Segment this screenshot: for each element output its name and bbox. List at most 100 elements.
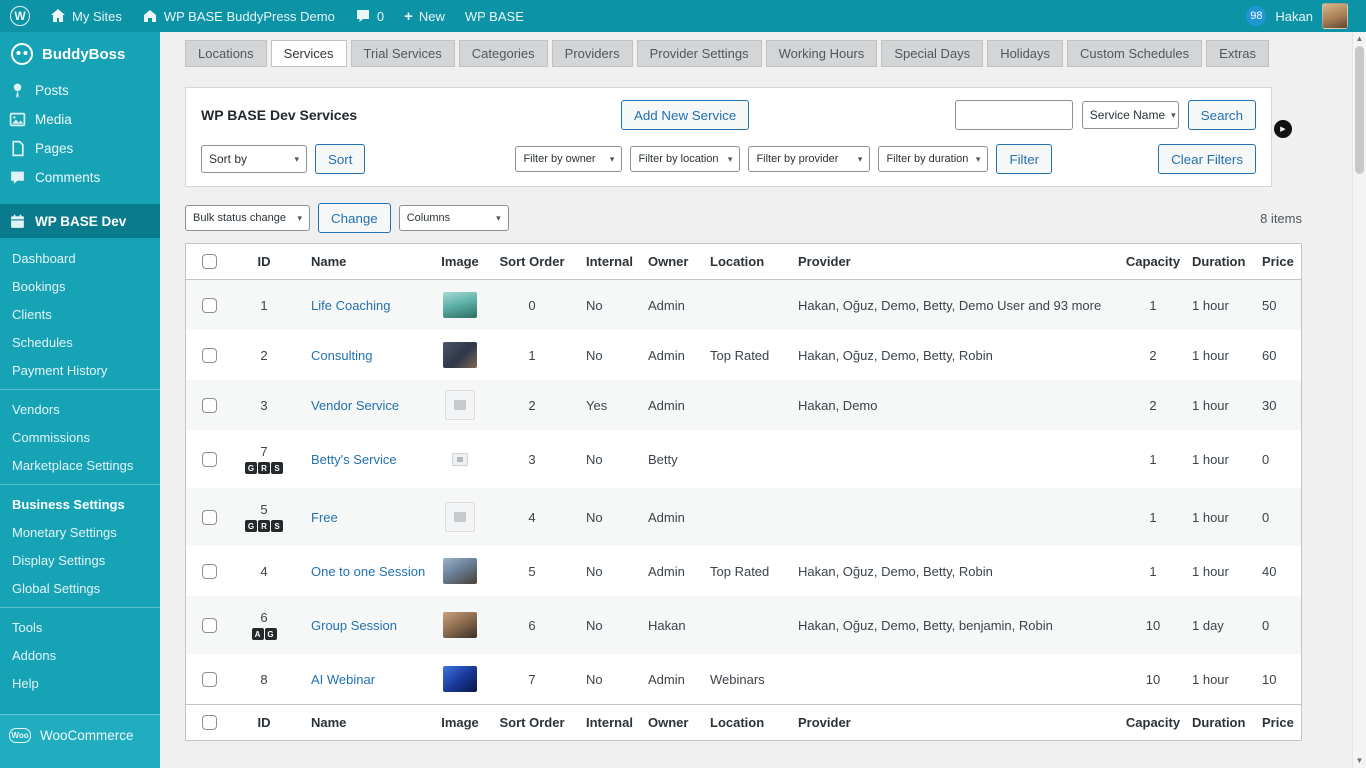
provider-value	[788, 455, 1120, 463]
tab-working-hours[interactable]: Working Hours	[765, 40, 878, 67]
column-header-id[interactable]: ID	[236, 250, 296, 273]
my-sites-menu[interactable]: My Sites	[40, 0, 132, 32]
row-checkbox[interactable]	[201, 297, 217, 313]
sidebar-item-comments[interactable]: Comments	[0, 163, 160, 192]
service-name-link[interactable]: Betty's Service	[311, 452, 397, 467]
column-header-sort-order[interactable]: Sort Order	[492, 250, 576, 273]
service-thumbnail-placeholder[interactable]	[445, 390, 475, 420]
comments-menu[interactable]: 0	[345, 0, 394, 32]
tab-services[interactable]: Services	[270, 40, 347, 67]
sidebar-item-marketplace-settings[interactable]: Marketplace Settings	[0, 451, 160, 479]
row-checkbox[interactable]	[201, 451, 217, 467]
sidebar-item-media[interactable]: Media	[0, 105, 160, 134]
help-video-button[interactable]: ▶	[1274, 120, 1292, 138]
clear-filters-button[interactable]: Clear Filters	[1158, 144, 1256, 174]
scroll-down-icon[interactable]: ▼	[1353, 756, 1366, 765]
service-name-link[interactable]: Life Coaching	[311, 298, 391, 313]
row-checkbox[interactable]	[201, 397, 217, 413]
bulk-status-select[interactable]: Bulk status change ▾	[185, 205, 310, 231]
row-checkbox[interactable]	[201, 347, 217, 363]
service-name-link[interactable]: Vendor Service	[311, 398, 399, 413]
sort-order-value: 0	[528, 297, 536, 313]
site-name-menu[interactable]: WP BASE BuddyPress Demo	[132, 0, 345, 32]
tab-categories[interactable]: Categories	[458, 40, 548, 67]
new-content-menu[interactable]: + New	[394, 0, 455, 32]
tab-special-days[interactable]: Special Days	[881, 40, 984, 67]
sort-by-select[interactable]: Sort by ▾	[201, 145, 307, 173]
notification-badge[interactable]: 98	[1246, 6, 1267, 26]
tab-trial-services[interactable]: Trial Services	[350, 40, 455, 67]
sidebar-item-schedules[interactable]: Schedules	[0, 328, 160, 356]
scrollbar-thumb[interactable]	[1355, 46, 1364, 174]
sidebar-item-vendors[interactable]: Vendors	[0, 395, 160, 423]
sidebar-item-pages[interactable]: Pages	[0, 134, 160, 163]
submenu-label: Global Settings	[12, 580, 101, 596]
sidebar-item-bookings[interactable]: Bookings	[0, 272, 160, 300]
change-button[interactable]: Change	[318, 203, 391, 233]
filter-owner-select[interactable]: Filter by owner ▾	[515, 146, 623, 172]
admin-bar: W My Sites WP BASE BuddyPress Demo 0 + N…	[0, 0, 1366, 32]
sidebar-item-clients[interactable]: Clients	[0, 300, 160, 328]
sidebar-item-tools[interactable]: Tools	[0, 613, 160, 641]
service-name-link[interactable]: Group Session	[311, 618, 397, 633]
row-checkbox[interactable]	[201, 563, 217, 579]
add-new-service-button[interactable]: Add New Service	[621, 100, 750, 130]
sidebar-item-addons[interactable]: Addons	[0, 641, 160, 669]
row-checkbox[interactable]	[201, 671, 217, 687]
service-name-link[interactable]: AI Webinar	[311, 672, 375, 687]
table-row: 8 AI Webinar 7 No Admin Webinars 10 1 ho…	[186, 654, 1301, 704]
filter-provider-select[interactable]: Filter by provider ▾	[748, 146, 871, 172]
tab-custom-schedules[interactable]: Custom Schedules	[1067, 40, 1203, 67]
sidebar-item-business-settings[interactable]: Business Settings	[0, 490, 160, 518]
filter-duration-select[interactable]: Filter by duration ▾	[878, 146, 989, 172]
sidebar-item-commissions[interactable]: Commissions	[0, 423, 160, 451]
service-thumbnail-missing[interactable]	[452, 452, 468, 466]
user-name[interactable]: Hakan	[1275, 9, 1313, 24]
scroll-up-icon[interactable]: ▲	[1353, 34, 1366, 43]
columns-select[interactable]: Columns ▾	[398, 205, 509, 231]
service-name-link[interactable]: Free	[311, 510, 338, 525]
tab-provider-settings[interactable]: Provider Settings	[636, 40, 762, 67]
sidebar-item-global-settings[interactable]: Global Settings	[0, 574, 160, 602]
column-footer-sort-order[interactable]: Sort Order	[492, 711, 576, 734]
sidebar-item-dashboard[interactable]: Dashboard	[0, 244, 160, 272]
service-thumbnail[interactable]	[443, 292, 477, 318]
column-header-name[interactable]: Name	[296, 250, 432, 273]
service-thumbnail[interactable]	[443, 342, 477, 368]
service-name-link[interactable]: Consulting	[311, 348, 372, 363]
service-thumbnail[interactable]	[443, 612, 477, 638]
sidebar-item-woocommerce[interactable]: Woo WooCommerce	[0, 721, 160, 750]
wordpress-menu[interactable]: W	[0, 0, 40, 32]
sidebar-item-payment-history[interactable]: Payment History	[0, 356, 160, 384]
select-all-checkbox[interactable]	[201, 254, 217, 269]
search-button[interactable]: Search	[1187, 100, 1256, 130]
wp-base-menu[interactable]: WP BASE	[455, 0, 534, 32]
buddyboss-brand[interactable]: BuddyBoss	[0, 32, 160, 76]
sidebar-item-wp-base-dev[interactable]: WP BASE Dev	[0, 204, 160, 238]
row-checkbox[interactable]	[201, 617, 217, 633]
tab-holidays[interactable]: Holidays	[987, 40, 1064, 67]
search-field-select[interactable]: Service Name ▾	[1081, 101, 1179, 129]
sidebar-item-posts[interactable]: Posts	[0, 76, 160, 105]
column-footer-id[interactable]: ID	[236, 711, 296, 734]
user-avatar[interactable]	[1322, 3, 1348, 29]
filter-location-select[interactable]: Filter by location ▾	[630, 146, 741, 172]
column-footer-name[interactable]: Name	[296, 711, 432, 734]
sidebar-item-display-settings[interactable]: Display Settings	[0, 546, 160, 574]
buddyboss-owl-icon	[10, 42, 34, 66]
select-all-checkbox[interactable]	[201, 715, 217, 730]
service-name-link[interactable]: One to one Session	[311, 564, 425, 579]
scrollbar[interactable]: ▲ ▼	[1352, 32, 1366, 768]
tab-extras[interactable]: Extras	[1206, 40, 1270, 67]
row-checkbox[interactable]	[201, 509, 217, 525]
tab-providers[interactable]: Providers	[551, 40, 633, 67]
tab-locations[interactable]: Locations	[185, 40, 267, 67]
filter-button[interactable]: Filter	[996, 144, 1053, 174]
service-thumbnail[interactable]	[443, 558, 477, 584]
sort-button[interactable]: Sort	[315, 144, 366, 174]
sidebar-item-monetary-settings[interactable]: Monetary Settings	[0, 518, 160, 546]
service-thumbnail-placeholder[interactable]	[445, 502, 475, 532]
sidebar-item-help[interactable]: Help	[0, 669, 160, 697]
service-thumbnail[interactable]	[443, 666, 477, 692]
search-input[interactable]	[954, 100, 1073, 130]
